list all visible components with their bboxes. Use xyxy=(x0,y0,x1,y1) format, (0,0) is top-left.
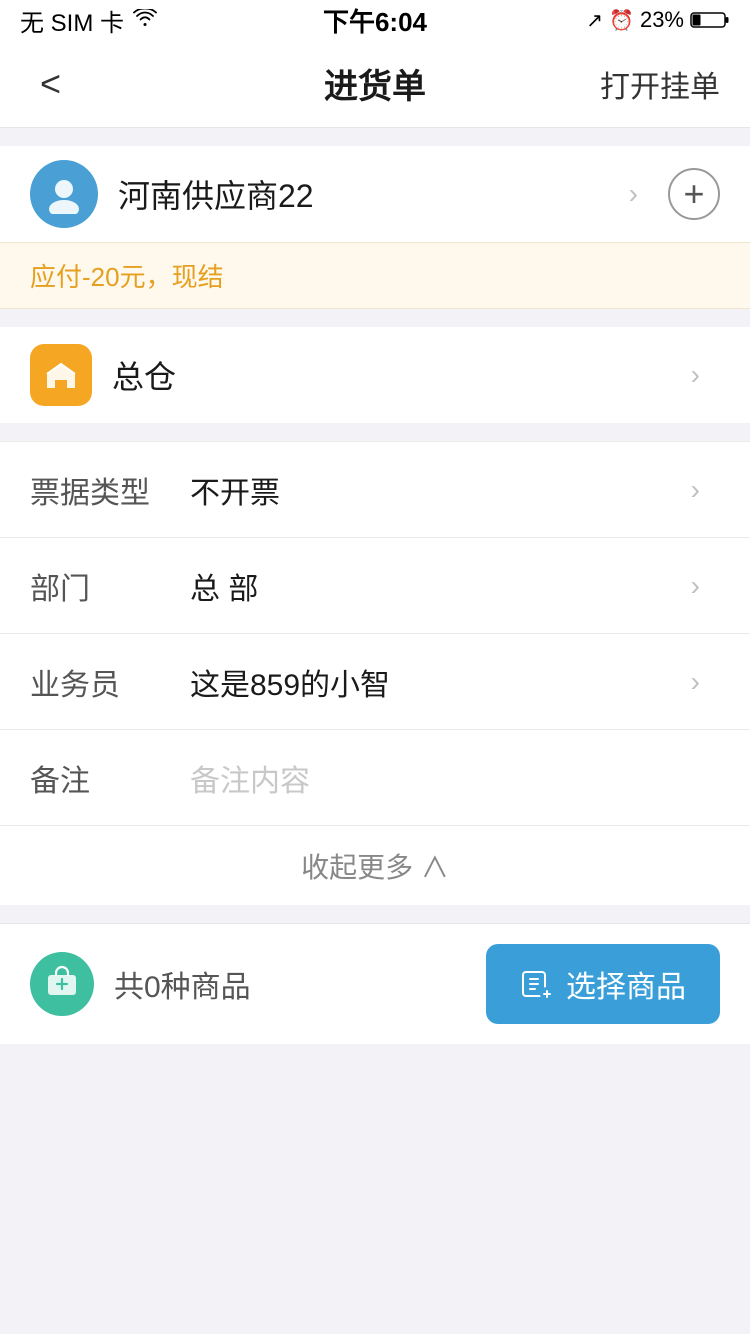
nav-bar: < 进货单 打开挂单 xyxy=(0,40,750,128)
carrier-text: 无 SIM 卡 xyxy=(20,3,124,38)
back-button[interactable]: < xyxy=(30,53,71,115)
sales-chevron-icon: › xyxy=(691,666,700,698)
form-section: 票据类型 不开票 › 部门 总 部 › 业务员 这是859的小智 › 备注 备注… xyxy=(0,441,750,905)
sales-label: 业务员 xyxy=(30,660,170,704)
add-supplier-button[interactable]: + xyxy=(668,168,720,220)
notice-text: 应付-20元，现结 xyxy=(30,262,224,292)
alarm-icon: ⏰ xyxy=(609,8,634,33)
supplier-row[interactable]: 河南供应商22 › + xyxy=(0,146,750,242)
supplier-name: 河南供应商22 xyxy=(118,171,629,217)
bottom-bar: 共0种商品 选择商品 xyxy=(0,923,750,1044)
status-right: ↗ ⏰ 23% xyxy=(586,7,730,33)
divider-top xyxy=(0,128,750,146)
status-time: 下午6:04 xyxy=(323,2,427,39)
select-product-button[interactable]: 选择商品 xyxy=(486,944,720,1024)
dept-value: 总 部 xyxy=(190,564,691,608)
battery-text: 23% xyxy=(640,7,684,33)
dept-row[interactable]: 部门 总 部 › xyxy=(0,537,750,633)
open-pending-button[interactable]: 打开挂单 xyxy=(600,62,720,106)
warehouse-chevron-icon: › xyxy=(691,359,700,391)
sales-row[interactable]: 业务员 这是859的小智 › xyxy=(0,633,750,729)
invoice-row[interactable]: 票据类型 不开票 › xyxy=(0,441,750,537)
invoice-label: 票据类型 xyxy=(30,468,170,512)
invoice-value: 不开票 xyxy=(190,468,691,512)
divider-warehouse xyxy=(0,309,750,327)
remark-label: 备注 xyxy=(30,756,170,800)
collapse-bar[interactable]: 收起更多 ∧ xyxy=(0,825,750,905)
supplier-chevron-icon: › xyxy=(629,178,638,210)
supplier-section: 河南供应商22 › + 应付-20元，现结 xyxy=(0,146,750,309)
notice-bar: 应付-20元，现结 xyxy=(0,242,750,309)
warehouse-section: 总仓 › xyxy=(0,327,750,423)
dept-label: 部门 xyxy=(30,564,170,608)
warehouse-name: 总仓 xyxy=(112,352,691,398)
status-bar: 无 SIM 卡 下午6:04 ↗ ⏰ 23% xyxy=(0,0,750,40)
collapse-text: 收起更多 ∧ xyxy=(301,846,449,886)
wifi-icon xyxy=(132,6,158,34)
sales-value: 这是859的小智 xyxy=(190,660,691,704)
warehouse-row[interactable]: 总仓 › xyxy=(0,327,750,423)
status-left: 无 SIM 卡 xyxy=(20,3,158,38)
warehouse-icon xyxy=(30,344,92,406)
page-title: 进货单 xyxy=(324,59,426,108)
battery-icon xyxy=(690,10,730,30)
supplier-avatar xyxy=(30,160,98,228)
location-icon: ↗ xyxy=(586,8,603,33)
product-count: 共0种商品 xyxy=(114,962,486,1006)
invoice-chevron-icon: › xyxy=(691,474,700,506)
select-product-label: 选择商品 xyxy=(566,962,686,1006)
remark-input[interactable]: 备注内容 xyxy=(190,756,720,800)
dept-chevron-icon: › xyxy=(691,570,700,602)
remark-row[interactable]: 备注 备注内容 xyxy=(0,729,750,825)
product-icon xyxy=(30,952,94,1016)
divider-form xyxy=(0,423,750,441)
